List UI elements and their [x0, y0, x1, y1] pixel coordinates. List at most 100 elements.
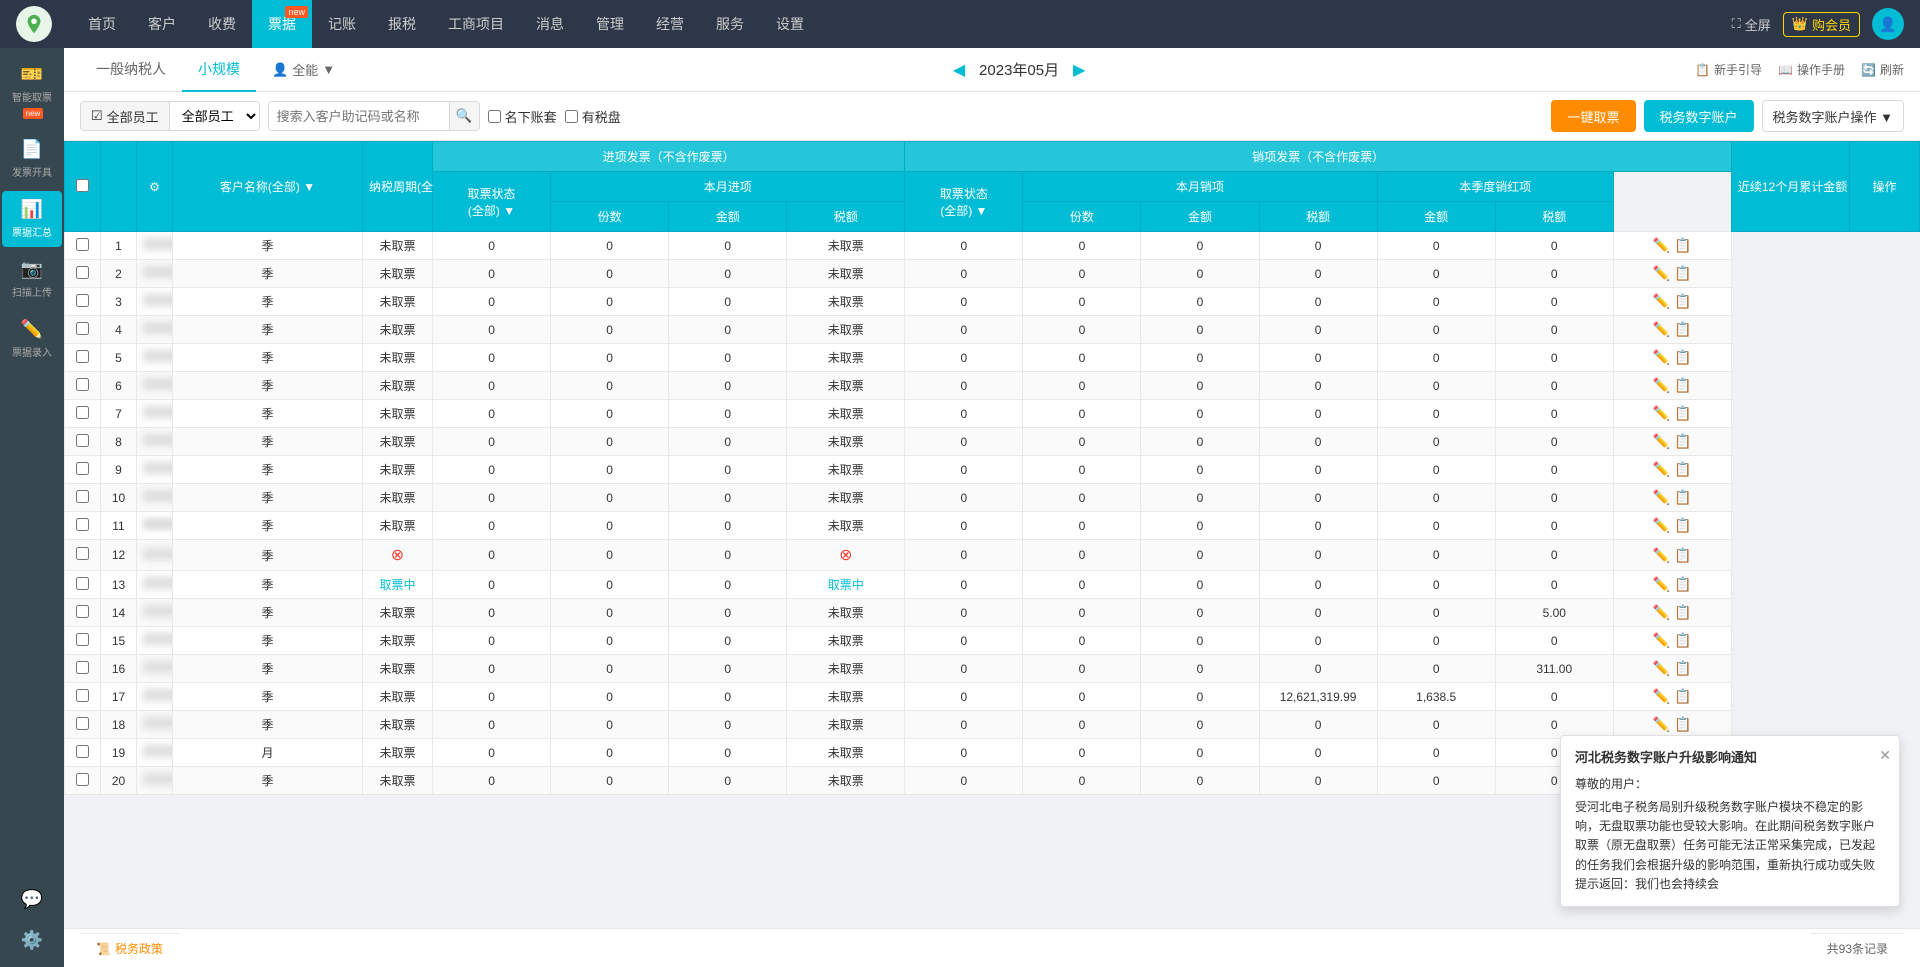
- sub-account-checkbox[interactable]: [488, 110, 501, 123]
- row-checkbox-cell[interactable]: [65, 260, 101, 288]
- nav-home[interactable]: 首页: [72, 0, 132, 48]
- th-settings[interactable]: ⚙: [137, 142, 173, 232]
- one-key-ticket-button[interactable]: 一键取票: [1551, 100, 1635, 132]
- next-month-button[interactable]: ▶: [1067, 58, 1091, 82]
- row-checkbox[interactable]: [76, 350, 89, 363]
- copy-button[interactable]: 📋: [1674, 293, 1691, 310]
- nav-fee[interactable]: 收费: [192, 0, 252, 48]
- row-checkbox-cell[interactable]: [65, 400, 101, 428]
- edit-button[interactable]: ✏️: [1653, 517, 1670, 534]
- manual-link[interactable]: 📖 操作手册: [1778, 61, 1845, 78]
- digital-account-button[interactable]: 税务数字账户: [1644, 100, 1754, 132]
- row-checkbox[interactable]: [76, 462, 89, 475]
- row-checkbox[interactable]: [76, 406, 89, 419]
- row-checkbox[interactable]: [76, 518, 89, 531]
- edit-button[interactable]: ✏️: [1653, 688, 1670, 705]
- employee-filter-select[interactable]: 全部员工: [170, 102, 259, 130]
- edit-button[interactable]: ✏️: [1653, 349, 1670, 366]
- copy-button[interactable]: 📋: [1674, 716, 1691, 733]
- nav-message[interactable]: 消息: [520, 0, 580, 48]
- sub-account-filter[interactable]: 名下账套: [488, 107, 557, 126]
- edit-button[interactable]: ✏️: [1653, 405, 1670, 422]
- th-out-status[interactable]: 取票状态(全部) ▼: [905, 172, 1023, 232]
- row-checkbox[interactable]: [76, 490, 89, 503]
- row-checkbox-cell[interactable]: [65, 711, 101, 739]
- edit-button[interactable]: ✏️: [1653, 576, 1670, 593]
- sidebar-item-message[interactable]: 💬: [2, 881, 62, 918]
- row-checkbox-cell[interactable]: [65, 683, 101, 711]
- edit-button[interactable]: ✏️: [1653, 632, 1670, 649]
- sidebar-item-invoice-open[interactable]: 📄 发票开具: [2, 131, 62, 187]
- fullscreen-button[interactable]: ⛶ 全屏: [1732, 15, 1771, 34]
- sidebar-item-scan-upload[interactable]: 📷 扫描上传: [2, 251, 62, 307]
- row-checkbox-cell[interactable]: [65, 739, 101, 767]
- search-box[interactable]: 🔍: [268, 101, 480, 131]
- nav-settings[interactable]: 设置: [760, 0, 820, 48]
- row-checkbox[interactable]: [76, 322, 89, 335]
- edit-button[interactable]: ✏️: [1653, 237, 1670, 254]
- copy-button[interactable]: 📋: [1674, 321, 1691, 338]
- copy-button[interactable]: 📋: [1674, 405, 1691, 422]
- edit-button[interactable]: ✏️: [1653, 321, 1670, 338]
- copy-button[interactable]: 📋: [1674, 489, 1691, 506]
- member-button[interactable]: 👑 购会员: [1783, 12, 1860, 37]
- row-checkbox-cell[interactable]: [65, 428, 101, 456]
- edit-button[interactable]: ✏️: [1653, 461, 1670, 478]
- row-checkbox[interactable]: [76, 378, 89, 391]
- th-in-status[interactable]: 取票状态(全部) ▼: [433, 172, 551, 232]
- tax-policy-link[interactable]: 📜 税务政策: [80, 933, 179, 963]
- row-checkbox-cell[interactable]: [65, 288, 101, 316]
- row-checkbox-cell[interactable]: [65, 540, 101, 571]
- edit-button[interactable]: ✏️: [1653, 377, 1670, 394]
- tab-general-taxpayer[interactable]: 一般纳税人: [80, 48, 182, 92]
- sidebar-item-ticket-summary[interactable]: 📊 票据汇总: [2, 191, 62, 247]
- sidebar-item-smart-ticket[interactable]: 🎫 智能取票 new: [2, 56, 62, 127]
- nav-manage[interactable]: 管理: [580, 0, 640, 48]
- employee-filter[interactable]: ☑ 全部员工 全部员工: [80, 101, 260, 131]
- row-checkbox-cell[interactable]: [65, 484, 101, 512]
- row-checkbox-cell[interactable]: [65, 627, 101, 655]
- row-checkbox[interactable]: [76, 661, 89, 674]
- row-checkbox-cell[interactable]: [65, 344, 101, 372]
- tax-disk-filter[interactable]: 有税盘: [565, 107, 621, 126]
- row-checkbox[interactable]: [76, 547, 89, 560]
- row-checkbox-cell[interactable]: [65, 767, 101, 795]
- row-checkbox[interactable]: [76, 745, 89, 758]
- notification-close-button[interactable]: ✕: [1879, 744, 1891, 766]
- row-checkbox-cell[interactable]: [65, 316, 101, 344]
- digital-operation-button[interactable]: 税务数字账户操作 ▼: [1762, 100, 1904, 132]
- edit-button[interactable]: ✏️: [1653, 433, 1670, 450]
- copy-button[interactable]: 📋: [1674, 461, 1691, 478]
- row-checkbox[interactable]: [76, 689, 89, 702]
- copy-button[interactable]: 📋: [1674, 688, 1691, 705]
- copy-button[interactable]: 📋: [1674, 377, 1691, 394]
- copy-button[interactable]: 📋: [1674, 660, 1691, 677]
- sidebar-item-config[interactable]: ⚙️: [2, 922, 62, 959]
- th-checkbox[interactable]: [65, 142, 101, 232]
- row-checkbox[interactable]: [76, 294, 89, 307]
- row-checkbox-cell[interactable]: [65, 232, 101, 260]
- edit-button[interactable]: ✏️: [1653, 547, 1670, 564]
- row-checkbox[interactable]: [76, 577, 89, 590]
- tab-all-dropdown[interactable]: 👤 全能 ▼: [264, 60, 343, 79]
- avatar[interactable]: 👤: [1872, 8, 1904, 40]
- row-checkbox[interactable]: [76, 238, 89, 251]
- row-checkbox[interactable]: [76, 605, 89, 618]
- nav-ticket[interactable]: 票据 new: [252, 0, 312, 48]
- copy-button[interactable]: 📋: [1674, 265, 1691, 282]
- copy-button[interactable]: 📋: [1674, 349, 1691, 366]
- new-guide-link[interactable]: 📋 新手引导: [1695, 61, 1762, 78]
- nav-service[interactable]: 服务: [700, 0, 760, 48]
- copy-button[interactable]: 📋: [1674, 237, 1691, 254]
- edit-button[interactable]: ✏️: [1653, 716, 1670, 733]
- row-checkbox[interactable]: [76, 633, 89, 646]
- copy-button[interactable]: 📋: [1674, 576, 1691, 593]
- copy-button[interactable]: 📋: [1674, 547, 1691, 564]
- nav-customer[interactable]: 客户: [132, 0, 192, 48]
- row-checkbox-cell[interactable]: [65, 456, 101, 484]
- edit-button[interactable]: ✏️: [1653, 660, 1670, 677]
- th-tax-period[interactable]: 纳税周期(全部) ▼: [363, 142, 433, 232]
- row-checkbox[interactable]: [76, 266, 89, 279]
- nav-accounting[interactable]: 记账: [312, 0, 372, 48]
- edit-button[interactable]: ✏️: [1653, 489, 1670, 506]
